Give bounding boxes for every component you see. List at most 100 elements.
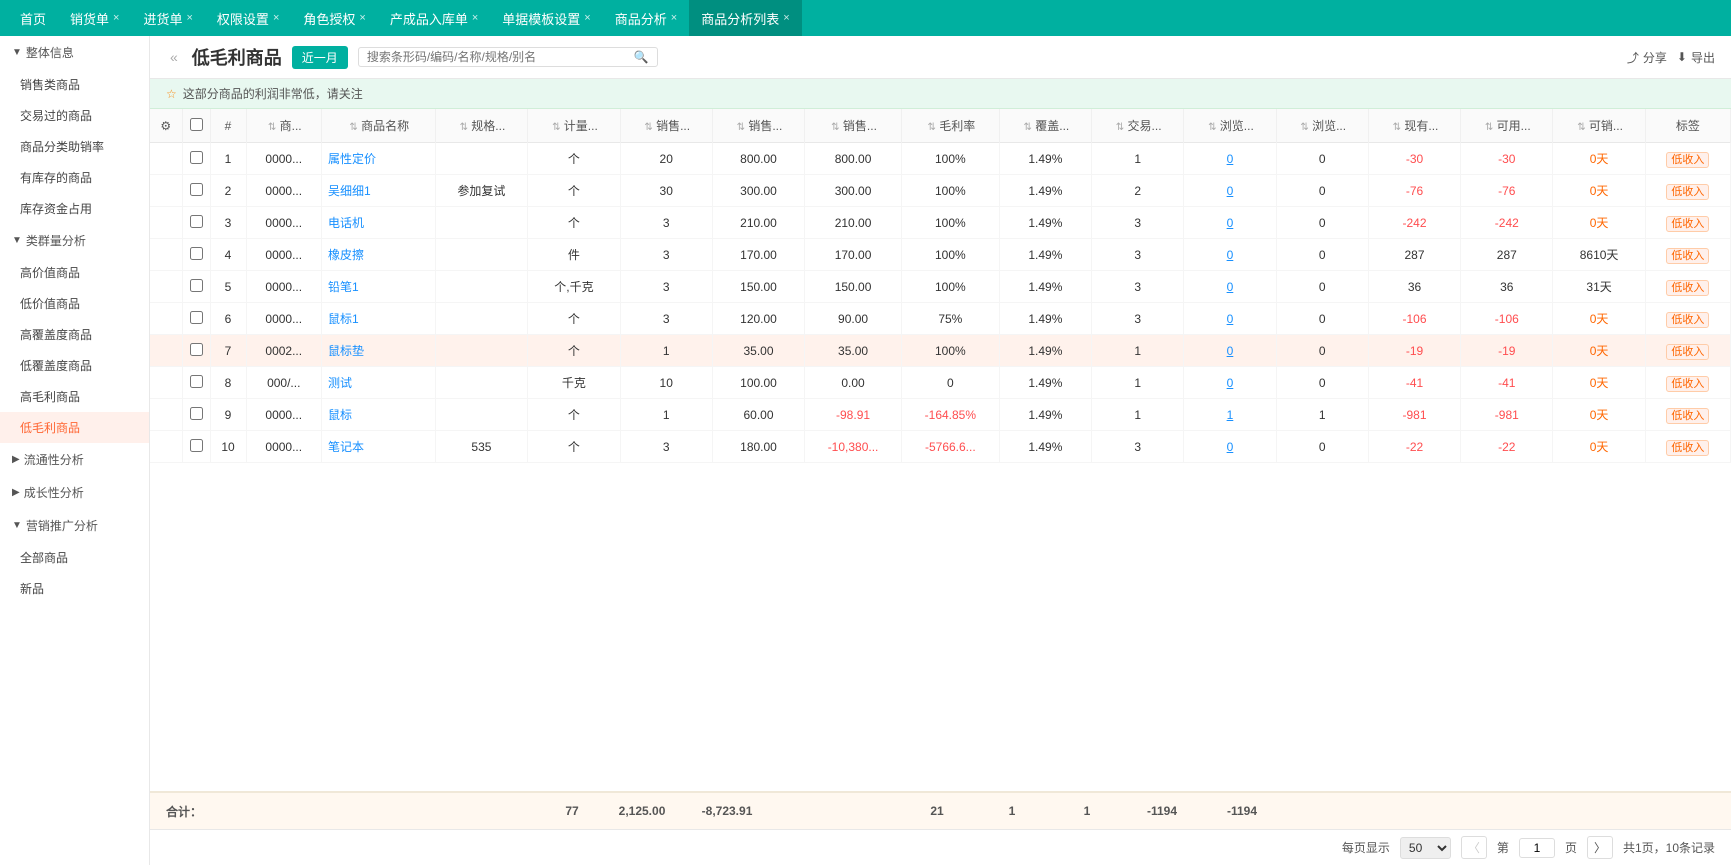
sort-browse1-icon[interactable]: ⇅: [1208, 122, 1216, 133]
nav-product-entry[interactable]: 产成品入库单 ×: [378, 0, 490, 36]
row-name-8[interactable]: 鼠标: [322, 399, 436, 431]
nav-home[interactable]: 首页: [8, 0, 58, 36]
sort-sale3-icon[interactable]: ⇅: [831, 122, 839, 133]
sidebar-item-high-value[interactable]: 高价值商品: [0, 257, 149, 288]
sort-sale2-icon[interactable]: ⇅: [737, 122, 745, 133]
nav-role-auth[interactable]: 角色授权 ×: [291, 0, 377, 36]
sidebar-item-all-products[interactable]: 全部商品: [0, 542, 149, 573]
sidebar-item-low-margin[interactable]: 低毛利商品: [0, 412, 149, 443]
nav-permission[interactable]: 权限设置 ×: [205, 0, 291, 36]
row-name-5[interactable]: 鼠标1: [322, 303, 436, 335]
export-button[interactable]: ⬇ 导出: [1677, 49, 1715, 66]
row-browse1-5[interactable]: 0: [1184, 303, 1276, 335]
row-check-6[interactable]: [190, 343, 203, 356]
row-name-4[interactable]: 铅笔1: [322, 271, 436, 303]
close-analysis-icon[interactable]: ×: [671, 12, 677, 24]
next-page-button[interactable]: 〉: [1587, 836, 1613, 859]
row-check-9[interactable]: [190, 439, 203, 452]
row-browse1-2[interactable]: 0: [1184, 207, 1276, 239]
sidebar-item-capital[interactable]: 库存资金占用: [0, 193, 149, 224]
sort-salable-icon[interactable]: ⇅: [1577, 122, 1585, 133]
row-checkbox-1[interactable]: [182, 175, 210, 207]
sort-coverage-icon[interactable]: ⇅: [1024, 122, 1032, 133]
row-browse1-7[interactable]: 0: [1184, 367, 1276, 399]
row-name-6[interactable]: 鼠标垫: [322, 335, 436, 367]
row-name-2[interactable]: 电话机: [322, 207, 436, 239]
close-purchase-order-icon[interactable]: ×: [186, 12, 192, 24]
row-checkbox-2[interactable]: [182, 207, 210, 239]
row-name-0[interactable]: 属性定价: [322, 143, 436, 175]
sidebar-collapse-button[interactable]: «: [166, 49, 182, 65]
row-browse1-4[interactable]: 0: [1184, 271, 1276, 303]
nav-template-settings[interactable]: 单据模板设置 ×: [490, 0, 602, 36]
row-check-5[interactable]: [190, 311, 203, 324]
close-role-auth-icon[interactable]: ×: [359, 12, 365, 24]
sidebar-group-cluster[interactable]: ▼ 类群量分析: [0, 224, 149, 257]
sidebar-item-low-value[interactable]: 低价值商品: [0, 288, 149, 319]
select-all-checkbox[interactable]: [190, 118, 203, 131]
nav-sales-order[interactable]: 销货单 ×: [58, 0, 131, 36]
col-settings[interactable]: ⚙: [150, 109, 182, 143]
row-check-1[interactable]: [190, 183, 203, 196]
sort-available-icon[interactable]: ⇅: [1485, 122, 1493, 133]
row-check-4[interactable]: [190, 279, 203, 292]
share-button[interactable]: ⤴ 分享: [1627, 49, 1667, 66]
sort-code-icon[interactable]: ⇅: [268, 122, 276, 133]
row-check-3[interactable]: [190, 247, 203, 260]
sort-spec-icon[interactable]: ⇅: [460, 122, 468, 133]
sidebar-group-overall[interactable]: ▼ 整体信息: [0, 36, 149, 69]
search-input[interactable]: [367, 50, 634, 64]
nav-product-analysis[interactable]: 商品分析 ×: [603, 0, 689, 36]
row-checkbox-5[interactable]: [182, 303, 210, 335]
sort-name-icon[interactable]: ⇅: [349, 122, 357, 133]
row-checkbox-7[interactable]: [182, 367, 210, 399]
page-number-input[interactable]: [1519, 838, 1555, 858]
sort-gross-icon[interactable]: ⇅: [927, 122, 935, 133]
sidebar-group-circulation[interactable]: ▶ 流通性分析: [0, 443, 149, 476]
row-browse1-1[interactable]: 0: [1184, 175, 1276, 207]
row-browse1-9[interactable]: 0: [1184, 431, 1276, 463]
sort-trade-icon[interactable]: ⇅: [1116, 122, 1124, 133]
row-browse1-3[interactable]: 0: [1184, 239, 1276, 271]
nav-analysis-list[interactable]: 商品分析列表 ×: [689, 0, 801, 36]
row-name-9[interactable]: 笔记本: [322, 431, 436, 463]
sidebar-item-category-rate[interactable]: 商品分类助销率: [0, 131, 149, 162]
close-product-entry-icon[interactable]: ×: [472, 12, 478, 24]
close-template-icon[interactable]: ×: [584, 12, 590, 24]
sort-current-icon[interactable]: ⇅: [1393, 122, 1401, 133]
row-browse1-6[interactable]: 0: [1184, 335, 1276, 367]
sidebar-item-high-margin[interactable]: 高毛利商品: [0, 381, 149, 412]
close-sales-order-icon[interactable]: ×: [113, 12, 119, 24]
sidebar-item-new-products[interactable]: 新品: [0, 573, 149, 604]
prev-page-button[interactable]: 〈: [1461, 836, 1487, 859]
row-checkbox-3[interactable]: [182, 239, 210, 271]
sidebar-item-high-coverage[interactable]: 高覆盖度商品: [0, 319, 149, 350]
row-browse1-0[interactable]: 0: [1184, 143, 1276, 175]
page-size-select[interactable]: 50 20 100: [1400, 837, 1451, 859]
close-analysis-list-icon[interactable]: ×: [783, 12, 789, 24]
row-checkbox-6[interactable]: [182, 335, 210, 367]
row-browse1-8[interactable]: 1: [1184, 399, 1276, 431]
row-checkbox-9[interactable]: [182, 431, 210, 463]
sidebar-item-traded[interactable]: 交易过的商品: [0, 100, 149, 131]
sort-sale1-icon[interactable]: ⇅: [644, 122, 652, 133]
period-button[interactable]: 近一月: [292, 46, 348, 69]
row-check-2[interactable]: [190, 215, 203, 228]
sidebar-item-in-stock[interactable]: 有库存的商品: [0, 162, 149, 193]
sidebar-item-low-coverage[interactable]: 低覆盖度商品: [0, 350, 149, 381]
sidebar-group-marketing[interactable]: ▼ 营销推广分析: [0, 509, 149, 542]
row-check-0[interactable]: [190, 151, 203, 164]
row-checkbox-0[interactable]: [182, 143, 210, 175]
sidebar-group-growth[interactable]: ▶ 成长性分析: [0, 476, 149, 509]
nav-purchase-order[interactable]: 进货单 ×: [131, 0, 204, 36]
close-permission-icon[interactable]: ×: [273, 12, 279, 24]
row-check-7[interactable]: [190, 375, 203, 388]
search-icon[interactable]: 🔍: [634, 50, 649, 64]
sort-browse2-icon[interactable]: ⇅: [1300, 122, 1308, 133]
sort-unit-icon[interactable]: ⇅: [552, 122, 560, 133]
sidebar-item-sales-category[interactable]: 销售类商品: [0, 69, 149, 100]
row-name-1[interactable]: 吴细细1: [322, 175, 436, 207]
row-check-8[interactable]: [190, 407, 203, 420]
row-name-7[interactable]: 测试: [322, 367, 436, 399]
row-name-3[interactable]: 橡皮擦: [322, 239, 436, 271]
